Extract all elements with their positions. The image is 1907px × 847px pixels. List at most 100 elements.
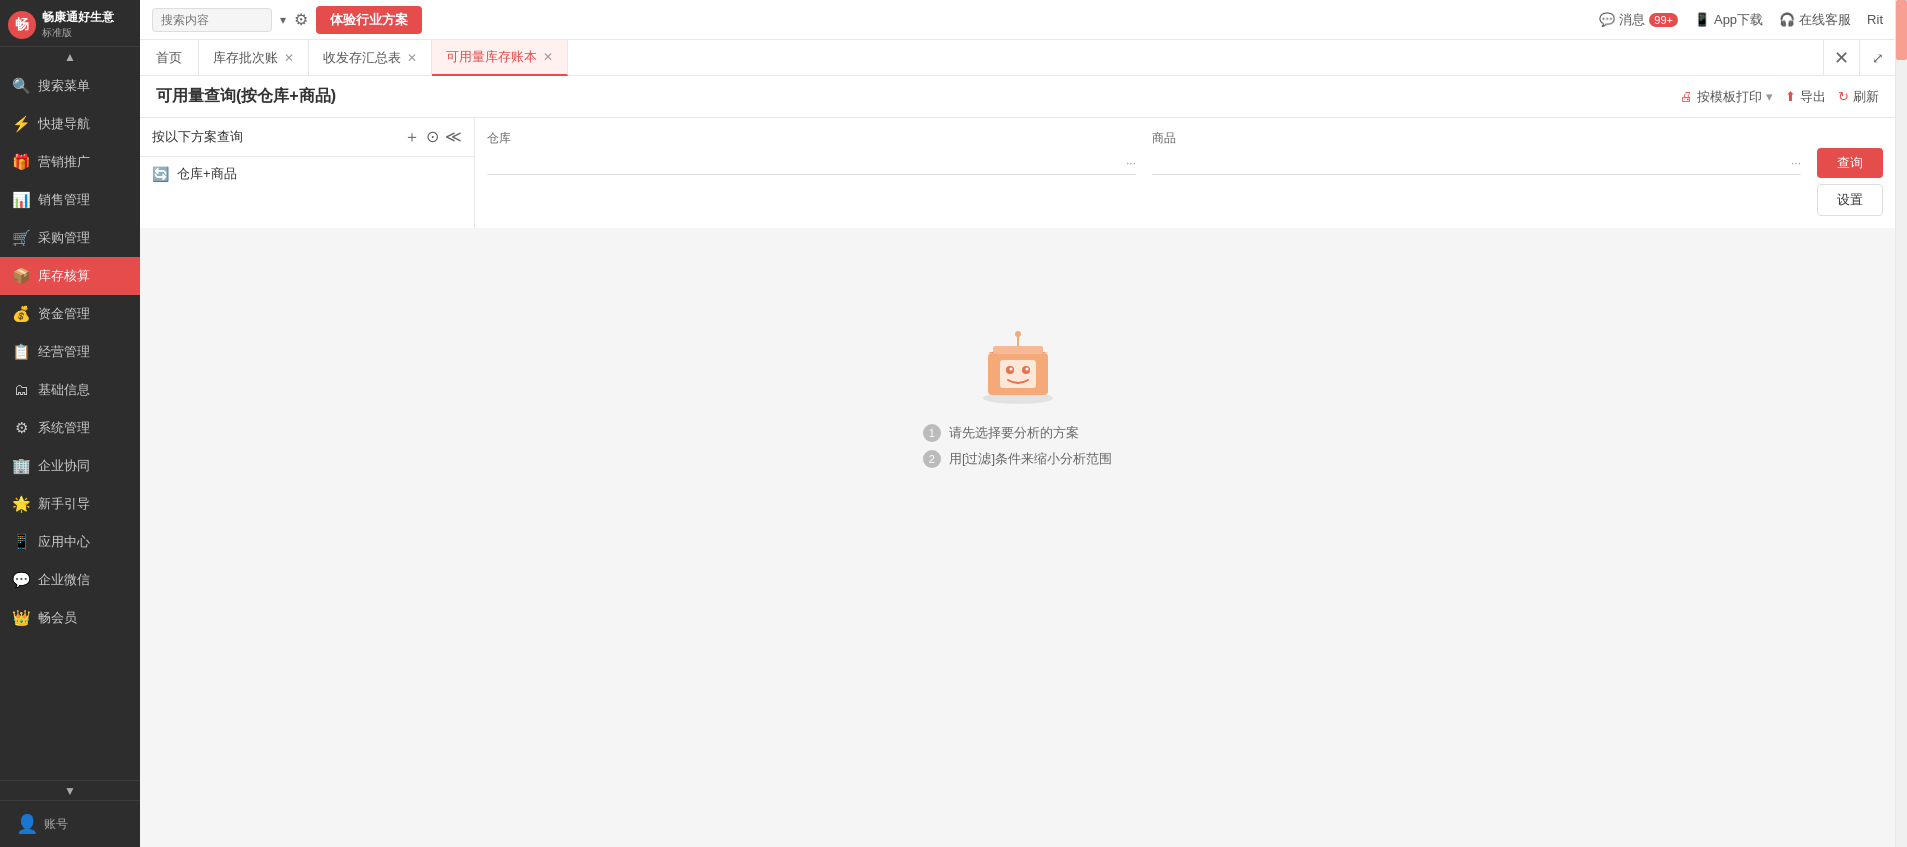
tabs-bar: 首页库存批次账✕收发存汇总表✕可用量库存账本✕ ✕ ⤢ bbox=[140, 40, 1895, 76]
app-download-label: App下载 bbox=[1714, 11, 1763, 29]
tab-expand-btn[interactable]: ⤢ bbox=[1859, 40, 1895, 76]
sidebar-scroll-up[interactable]: ▲ bbox=[0, 47, 140, 67]
print-dropdown-icon: ▾ bbox=[1766, 89, 1773, 104]
app-download-btn[interactable]: 📱 App下载 bbox=[1694, 11, 1763, 29]
sidebar-item-label-marketing: 营销推广 bbox=[38, 153, 90, 171]
search-icon: 🔍 bbox=[12, 77, 30, 95]
sidebar-logo: 畅 畅康通好生意 标准版 bbox=[8, 10, 132, 40]
page-title: 可用量查询(按仓库+商品) bbox=[156, 86, 336, 107]
marketing-icon: 🎁 bbox=[12, 153, 30, 171]
export-btn[interactable]: ⬆ 导出 bbox=[1785, 88, 1826, 106]
newbie-icon: 🌟 bbox=[12, 495, 30, 513]
query-scheme-title: 按以下方案查询 bbox=[152, 128, 243, 146]
trial-industry-btn[interactable]: 体验行业方案 bbox=[316, 6, 422, 34]
manage-scheme-btn[interactable]: ⊙ bbox=[426, 129, 439, 145]
collapse-scheme-btn[interactable]: ≪ bbox=[445, 129, 462, 145]
export-icon: ⬆ bbox=[1785, 89, 1796, 104]
sidebar-item-label-shortcut: 快捷导航 bbox=[38, 115, 90, 133]
tab-home[interactable]: 首页 bbox=[140, 40, 199, 76]
sidebar-item-member[interactable]: 👑 畅会员 bbox=[0, 599, 140, 637]
sidebar-item-label-wechat: 企业微信 bbox=[38, 571, 90, 589]
tabs-bar-actions: ✕ ⤢ bbox=[1823, 40, 1895, 76]
user-icon: 👤 bbox=[16, 813, 38, 835]
empty-hints: 1 请先选择要分析的方案 2 用[过滤]条件来缩小分析范围 bbox=[923, 424, 1112, 468]
shortcut-icon: ⚡ bbox=[12, 115, 30, 133]
wechat-icon: 💬 bbox=[12, 571, 30, 589]
scrollbar-thumb bbox=[1896, 0, 1907, 60]
topbar-actions: 💬 消息 99+ 📱 App下载 🎧 在线客服 Rit bbox=[1599, 11, 1883, 29]
tab-close-available-ledger[interactable]: ✕ bbox=[543, 50, 553, 64]
sidebar-user[interactable]: 👤 账号 bbox=[8, 809, 132, 839]
topbar-dropdown-btn[interactable]: ▾ bbox=[280, 13, 286, 27]
message-label: 消息 bbox=[1619, 11, 1645, 29]
sidebar-item-search[interactable]: 🔍 搜索菜单 bbox=[0, 67, 140, 105]
sidebar-item-system[interactable]: ⚙ 系统管理 bbox=[0, 409, 140, 447]
topbar-gear-btn[interactable]: ⚙ bbox=[294, 10, 308, 29]
warehouse-field: 仓库 ··· bbox=[487, 130, 1136, 175]
warehouse-input[interactable] bbox=[487, 155, 1120, 170]
sidebar-item-enterprise[interactable]: 🏢 企业协同 bbox=[0, 447, 140, 485]
refresh-btn[interactable]: ↻ 刷新 bbox=[1838, 88, 1879, 106]
member-icon: 👑 bbox=[12, 609, 30, 627]
topbar-search-input[interactable] bbox=[152, 8, 272, 32]
page-header: 可用量查询(按仓库+商品) 🖨 按模板打印 ▾ ⬆ 导出 ↻ 刷新 bbox=[140, 76, 1895, 118]
query-scheme-header: 按以下方案查询 ＋ ⊙ ≪ bbox=[140, 118, 474, 157]
sidebar-item-operation[interactable]: 📋 经营管理 bbox=[0, 333, 140, 371]
sidebar-item-finance[interactable]: 💰 资金管理 bbox=[0, 295, 140, 333]
sales-icon: 📊 bbox=[12, 191, 30, 209]
sidebar-item-sales[interactable]: 📊 销售管理 bbox=[0, 181, 140, 219]
user-info-btn[interactable]: Rit bbox=[1867, 12, 1883, 27]
print-icon: 🖨 bbox=[1680, 89, 1693, 104]
online-service-label: 在线客服 bbox=[1799, 11, 1851, 29]
sidebar-header: 畅 畅康通好生意 标准版 bbox=[0, 0, 140, 47]
hint-item-1: 1 请先选择要分析的方案 bbox=[923, 424, 1112, 442]
settings-btn[interactable]: 设置 bbox=[1817, 184, 1883, 216]
tab-batch-ledger[interactable]: 库存批次账 ✕ bbox=[199, 40, 309, 76]
tab-recv-summary[interactable]: 收发存汇总表 ✕ bbox=[309, 40, 432, 76]
sidebar-item-label-system: 系统管理 bbox=[38, 419, 90, 437]
right-scrollbar[interactable] bbox=[1895, 0, 1907, 847]
sidebar-item-basic[interactable]: 🗂 基础信息 bbox=[0, 371, 140, 409]
tab-label-recv-summary: 收发存汇总表 bbox=[323, 49, 401, 67]
main-content: ▾ ⚙ 体验行业方案 💬 消息 99+ 📱 App下载 🎧 在线客服 bbox=[140, 0, 1895, 847]
tab-close-recv-summary[interactable]: ✕ bbox=[407, 51, 417, 65]
tab-close-all-btn[interactable]: ✕ bbox=[1823, 40, 1859, 76]
sidebar: 畅 畅康通好生意 标准版 ▲ 🔍 搜索菜单 ⚡ 快捷导航 🎁 营销推广 📊 销售… bbox=[0, 0, 140, 847]
sidebar-item-marketing[interactable]: 🎁 营销推广 bbox=[0, 143, 140, 181]
sidebar-item-shortcut[interactable]: ⚡ 快捷导航 bbox=[0, 105, 140, 143]
scheme-label: 仓库+商品 bbox=[177, 165, 237, 183]
logo-icon: 畅 bbox=[8, 11, 36, 39]
add-scheme-btn[interactable]: ＋ bbox=[404, 129, 420, 145]
sidebar-item-newbie[interactable]: 🌟 新手引导 bbox=[0, 485, 140, 523]
print-btn[interactable]: 🖨 按模板打印 ▾ bbox=[1680, 88, 1773, 106]
query-btn[interactable]: 查询 bbox=[1817, 148, 1883, 178]
message-btn[interactable]: 💬 消息 99+ bbox=[1599, 11, 1678, 29]
sidebar-item-wechat[interactable]: 💬 企业微信 bbox=[0, 561, 140, 599]
sidebar-scroll-down[interactable]: ▼ bbox=[0, 780, 140, 800]
tab-available-ledger[interactable]: 可用量库存账本✕ bbox=[432, 40, 568, 76]
logo-sub: 标准版 bbox=[42, 26, 114, 40]
warehouse-more-btn[interactable]: ··· bbox=[1126, 156, 1136, 170]
warehouse-input-wrapper: ··· bbox=[487, 151, 1136, 175]
svg-point-7 bbox=[1025, 368, 1028, 371]
sidebar-item-purchase[interactable]: 🛒 采购管理 bbox=[0, 219, 140, 257]
enterprise-icon: 🏢 bbox=[12, 457, 30, 475]
product-input-wrapper: ··· bbox=[1152, 151, 1801, 175]
purchase-icon: 🛒 bbox=[12, 229, 30, 247]
sidebar-item-label-purchase: 采购管理 bbox=[38, 229, 90, 247]
product-field: 商品 ··· bbox=[1152, 130, 1801, 175]
sidebar-item-label-basic: 基础信息 bbox=[38, 381, 90, 399]
hint-text-2: 用[过滤]条件来缩小分析范围 bbox=[949, 450, 1112, 468]
sidebar-item-inventory[interactable]: 📦 库存核算 bbox=[0, 257, 140, 295]
tab-close-batch-ledger[interactable]: ✕ bbox=[284, 51, 294, 65]
online-service-btn[interactable]: 🎧 在线客服 bbox=[1779, 11, 1851, 29]
sidebar-item-label-member: 畅会员 bbox=[38, 609, 77, 627]
page-header-actions: 🖨 按模板打印 ▾ ⬆ 导出 ↻ 刷新 bbox=[1680, 88, 1879, 106]
sidebar-item-label-search: 搜索菜单 bbox=[38, 77, 90, 95]
product-input[interactable] bbox=[1152, 155, 1785, 170]
query-section: 按以下方案查询 ＋ ⊙ ≪ 🔄 仓库+商品 仓 bbox=[140, 118, 1895, 228]
tab-label-batch-ledger: 库存批次账 bbox=[213, 49, 278, 67]
sidebar-item-apps[interactable]: 📱 应用中心 bbox=[0, 523, 140, 561]
scheme-item-warehouse-product[interactable]: 🔄 仓库+商品 bbox=[140, 157, 474, 191]
product-more-btn[interactable]: ··· bbox=[1791, 156, 1801, 170]
